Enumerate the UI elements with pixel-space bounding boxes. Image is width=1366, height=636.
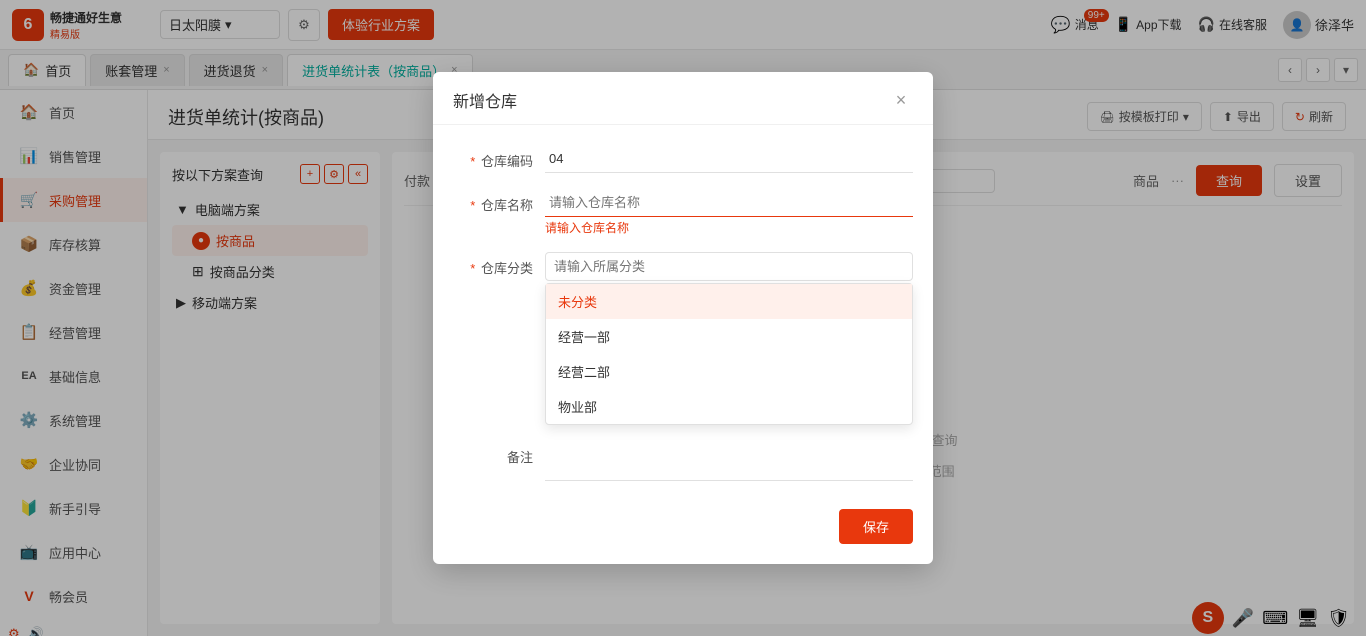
- category-label: * 仓库分类: [453, 252, 533, 277]
- modal-header: 新增仓库 ×: [433, 72, 933, 125]
- name-label: * 仓库名称: [453, 189, 533, 214]
- modal-overlay: 新增仓库 × * 仓库编码 * 仓库名称 请输入仓库名称: [0, 0, 1366, 636]
- code-label: * 仓库编码: [453, 145, 533, 170]
- dropdown-item-3[interactable]: 物业部: [546, 389, 912, 424]
- modal-footer: 保存: [433, 497, 933, 564]
- modal-body: * 仓库编码 * 仓库名称 请输入仓库名称 *: [433, 125, 933, 481]
- remark-row: 备注: [453, 441, 913, 481]
- category-dropdown: 未分类 经营一部 经营二部 物业部: [545, 283, 913, 425]
- category-select-wrap: ∧ 未分类 经营一部 经营二部 物业部: [545, 252, 913, 425]
- new-warehouse-modal: 新增仓库 × * 仓库编码 * 仓库名称 请输入仓库名称: [433, 72, 933, 564]
- modal-title: 新增仓库: [453, 88, 517, 112]
- remark-input[interactable]: [545, 441, 913, 481]
- dropdown-item-0[interactable]: 未分类: [546, 284, 912, 319]
- save-button[interactable]: 保存: [839, 509, 913, 544]
- name-input[interactable]: [545, 189, 913, 217]
- code-input[interactable]: [545, 145, 913, 173]
- category-input[interactable]: [545, 252, 913, 281]
- name-error-text: 请输入仓库名称: [545, 219, 913, 236]
- code-row: * 仓库编码: [453, 145, 913, 173]
- remark-label: 备注: [453, 441, 533, 466]
- category-row: * 仓库分类 ∧ 未分类 经营一部 经营二部 物业部: [453, 252, 913, 425]
- dropdown-item-2[interactable]: 经营二部: [546, 354, 912, 389]
- name-field-wrap: 请输入仓库名称: [545, 189, 913, 236]
- dropdown-item-1[interactable]: 经营一部: [546, 319, 912, 354]
- name-row: * 仓库名称 请输入仓库名称: [453, 189, 913, 236]
- modal-close-btn[interactable]: ×: [889, 88, 913, 112]
